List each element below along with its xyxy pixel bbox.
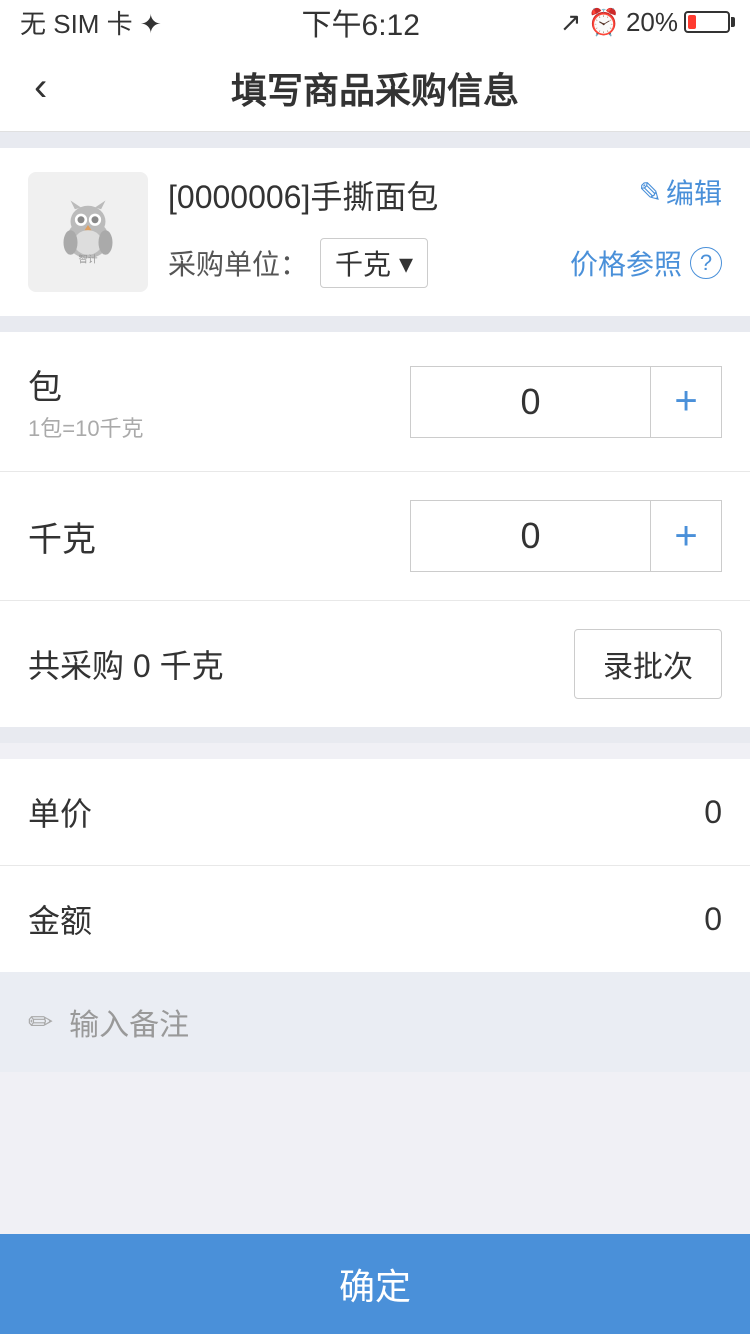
- bao-plus-button[interactable]: +: [650, 366, 722, 438]
- page-title: 填写商品采购信息: [231, 62, 519, 114]
- sim-indicator: 无 SIM 卡 ✦: [20, 4, 162, 41]
- price-row: 单价 0: [0, 759, 750, 866]
- total-row: 共采购 0 千克 录批次: [0, 601, 750, 727]
- total-amount-text: 共采购 0 千克: [28, 641, 224, 687]
- confirm-label: 确定: [339, 1258, 411, 1310]
- amount-value: 0: [704, 901, 722, 938]
- bao-label: 包 1包=10千克: [28, 360, 144, 443]
- kg-plus-button[interactable]: +: [650, 500, 722, 572]
- price-ref-label: 价格参照: [570, 243, 682, 283]
- svg-text:智计: 智计: [78, 254, 98, 266]
- kg-row: 千克 +: [0, 472, 750, 601]
- battery-percent: 20%: [626, 7, 678, 38]
- status-bar-time: 下午6:12: [302, 0, 420, 44]
- batch-button[interactable]: 录批次: [574, 629, 722, 699]
- product-info: [0000006]手撕面包 ✎ 编辑 采购单位： 千克 ▾ 价格参照 ?: [168, 172, 722, 288]
- dropdown-icon: ▾: [399, 247, 413, 280]
- total-divider: [0, 727, 750, 743]
- location-icon: ↗: [560, 7, 582, 38]
- amount-label: 金额: [28, 896, 92, 942]
- product-name: [0000006]手撕面包: [168, 172, 438, 218]
- kg-input-group: +: [410, 500, 722, 572]
- kg-quantity-input[interactable]: [410, 500, 650, 572]
- unit-select[interactable]: 千克 ▾: [320, 238, 428, 288]
- product-image: 智计: [28, 172, 148, 292]
- unit-label: 采购单位：: [168, 243, 308, 283]
- bao-row: 包 1包=10千克 +: [0, 332, 750, 472]
- product-divider: [0, 316, 750, 332]
- info-section: 单价 0 金额 0: [0, 759, 750, 972]
- notes-section[interactable]: ✏ 输入备注: [0, 972, 750, 1072]
- top-divider: [0, 132, 750, 148]
- pencil-icon: ✏: [28, 1005, 53, 1040]
- bao-input-group: +: [410, 366, 722, 438]
- status-bar-right: ↗ ⏰ 20%: [560, 7, 730, 38]
- status-bar: 无 SIM 卡 ✦ 下午6:12 ↗ ⏰ 20%: [0, 0, 750, 44]
- price-ref-info-icon: ?: [690, 247, 722, 279]
- kg-label: 千克: [28, 512, 96, 561]
- confirm-button[interactable]: 确定: [0, 1234, 750, 1334]
- price-ref-button[interactable]: 价格参照 ?: [570, 243, 722, 283]
- edit-icon: ✎: [639, 176, 662, 209]
- edit-label: 编辑: [666, 172, 722, 212]
- back-button[interactable]: ‹: [24, 55, 57, 120]
- unit-value: 千克: [335, 243, 391, 283]
- price-label: 单价: [28, 789, 92, 835]
- bottom-spacer: [0, 1072, 750, 1172]
- amount-row: 金额 0: [0, 866, 750, 972]
- product-card: 智计 [0000006]手撕面包 ✎ 编辑 采购单位： 千克 ▾ 价格参照 ?: [0, 148, 750, 316]
- quantity-section: 包 1包=10千克 + 千克 +: [0, 332, 750, 601]
- alarm-icon: ⏰: [588, 7, 620, 38]
- nav-bar: ‹ 填写商品采购信息: [0, 44, 750, 132]
- bao-quantity-input[interactable]: [410, 366, 650, 438]
- notes-placeholder: 输入备注: [69, 1000, 189, 1044]
- battery-icon: [684, 11, 730, 33]
- edit-button[interactable]: ✎ 编辑: [639, 172, 722, 212]
- status-bar-left: 无 SIM 卡 ✦: [20, 4, 162, 41]
- price-value: 0: [704, 794, 722, 831]
